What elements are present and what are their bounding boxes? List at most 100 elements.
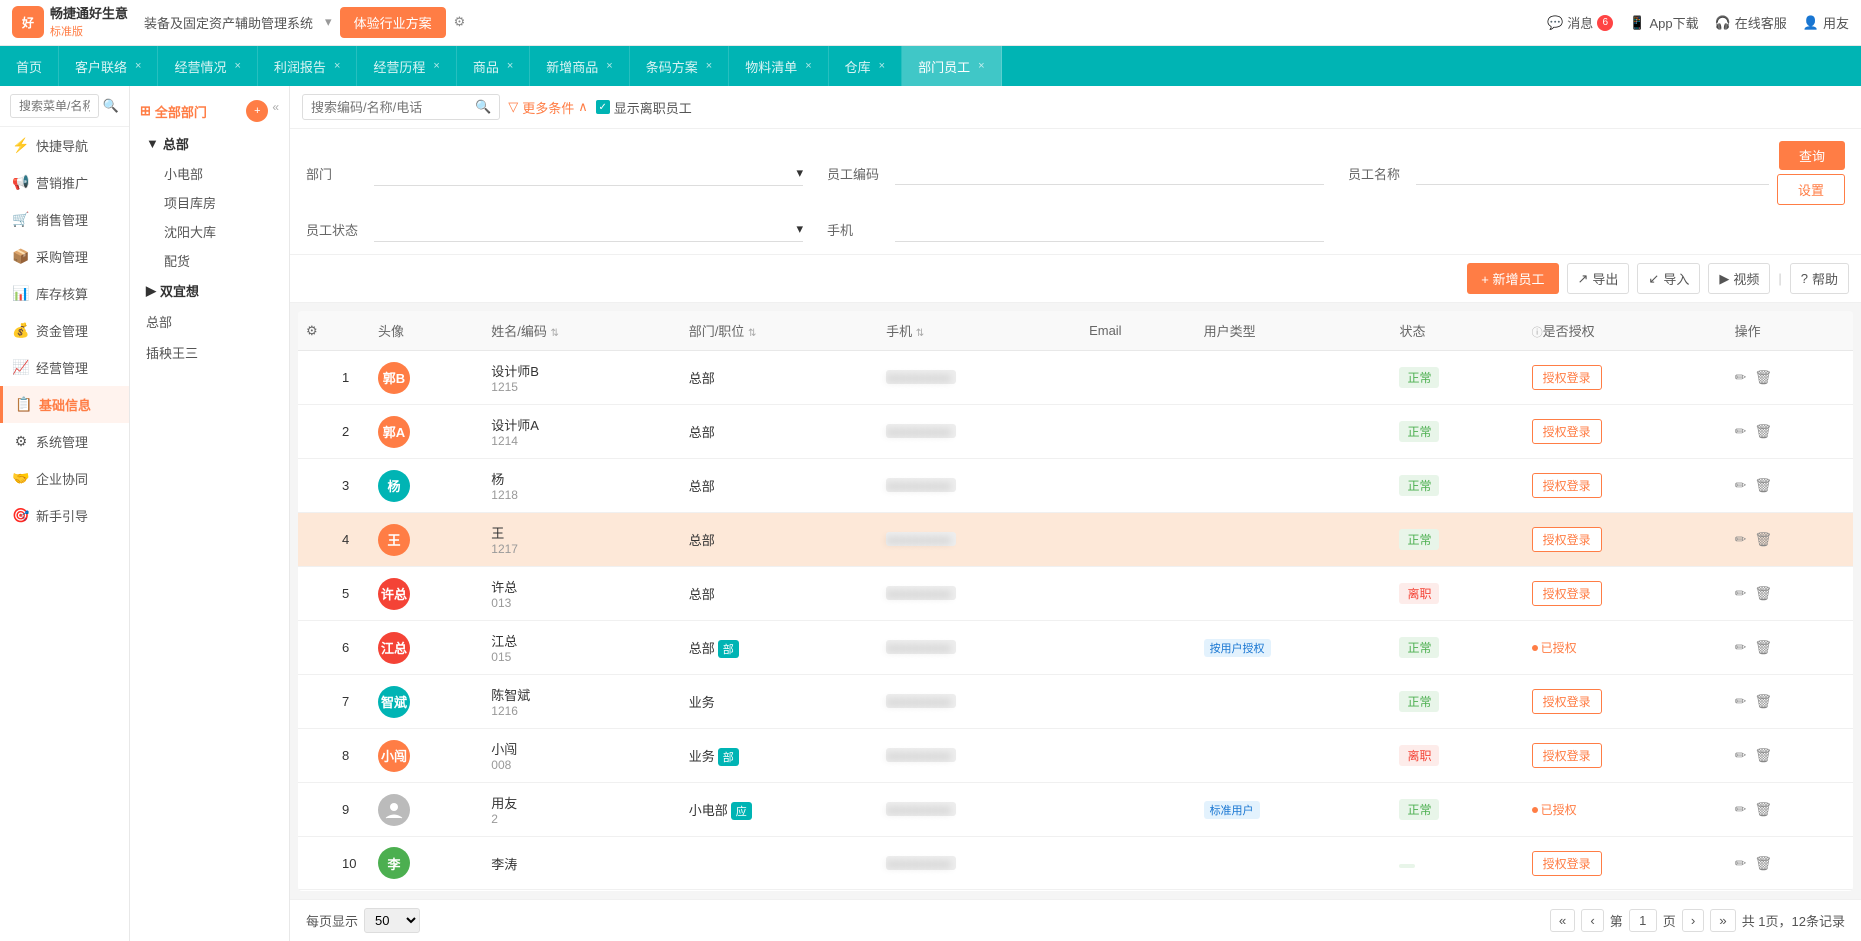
tab-material[interactable]: 物料清单 × [729,46,828,86]
sidebar-item-system[interactable]: ⚙ 系统管理 [0,423,129,460]
delete-icon[interactable]: 🗑 [1754,639,1772,656]
dept-group-label-zongbu[interactable]: ▼ 总部 [136,128,289,159]
page-size-select[interactable]: 50 100 [364,908,420,933]
edit-icon[interactable]: ✏ [1735,747,1747,764]
prev-page-btn[interactable]: ‹ [1581,909,1603,932]
import-btn[interactable]: ↙ 导入 [1637,263,1700,294]
close-icon[interactable]: × [433,60,439,72]
sidebar-item-enterprise[interactable]: 🤝 企业协同 [0,460,129,497]
edit-icon[interactable]: ✏ [1735,639,1747,656]
close-icon[interactable]: × [978,60,984,72]
edit-icon[interactable]: ✏ [1735,531,1747,548]
edit-icon[interactable]: ✏ [1735,369,1747,386]
sort-name-icon[interactable]: ⇅ [551,328,559,339]
app-download-btn[interactable]: 📱 App下载 [1629,13,1698,32]
search-input[interactable] [10,94,99,118]
emp-code-input[interactable] [895,161,1324,185]
delete-icon[interactable]: 🗑 [1754,477,1772,494]
dept-item-peihuo[interactable]: 配货 [136,246,289,275]
close-icon[interactable]: × [879,60,885,72]
delete-icon[interactable]: 🗑 [1754,585,1772,602]
sidebar-item-guide[interactable]: 🎯 新手引导 [0,497,129,534]
sidebar-item-finance[interactable]: 💰 资金管理 [0,312,129,349]
auth-login-btn[interactable]: 授权登录 [1532,581,1602,606]
sidebar-item-quick-nav[interactable]: ⚡ 快捷导航 [0,127,129,164]
auth-login-btn[interactable]: 授权登录 [1532,689,1602,714]
add-employee-btn[interactable]: + 新增员工 [1467,263,1558,294]
edit-icon[interactable]: ✏ [1735,423,1747,440]
export-btn[interactable]: ↗ 导出 [1567,263,1630,294]
col-name-code[interactable]: 姓名/编码 ⇅ [483,311,680,351]
query-btn[interactable]: 查询 [1779,141,1845,170]
edit-icon[interactable]: ✏ [1735,801,1747,818]
emp-name-input[interactable] [1416,161,1769,185]
dept-group-label-shuangyixiang[interactable]: ▶ 双宜想 [136,275,289,306]
first-page-btn[interactable]: « [1550,909,1575,932]
edit-icon[interactable]: ✏ [1735,855,1747,872]
auth-login-btn[interactable]: 授权登录 [1532,365,1602,390]
tab-goods[interactable]: 商品 × [457,46,530,86]
col-phone[interactable]: 手机 ⇅ [878,311,1081,351]
tab-profit[interactable]: 利润报告 × [258,46,357,86]
help-btn[interactable]: ? 帮助 [1790,263,1849,294]
sidebar-item-inventory[interactable]: 📊 库存核算 [0,275,129,312]
sidebar-item-purchase[interactable]: 📦 采购管理 [0,238,129,275]
auth-login-btn[interactable]: 授权登录 [1532,527,1602,552]
emp-status-select[interactable]: ▾ [374,217,803,242]
sidebar-item-basic[interactable]: 📋 基础信息 [0,386,129,423]
edit-icon[interactable]: ✏ [1735,693,1747,710]
add-dept-btn[interactable]: + [246,100,268,122]
auth-login-btn[interactable]: 授权登录 [1532,473,1602,498]
sort-dept-icon[interactable]: ⇅ [748,328,756,339]
close-icon[interactable]: × [135,60,141,72]
tab-dept-staff[interactable]: 部门员工 × [902,46,1001,86]
phone-input[interactable] [895,218,1324,242]
sidebar-item-operation[interactable]: 📈 经营管理 [0,349,129,386]
show-archived-toggle[interactable]: ✓ 显示离职员工 [596,98,692,117]
dept-item-shenyangdashu[interactable]: 沈阳大库 [136,217,289,246]
close-icon[interactable]: × [606,60,612,72]
message-btn[interactable]: 💬 消息 6 [1547,13,1613,32]
delete-icon[interactable]: 🗑 [1754,369,1772,386]
delete-icon[interactable]: 🗑 [1754,531,1772,548]
col-settings[interactable]: ⚙ [298,311,334,351]
dept-select[interactable]: ▾ [374,161,803,186]
online-service-btn[interactable]: 🎧 在线客服 [1715,13,1787,32]
close-icon[interactable]: × [234,60,240,72]
dept-item-zongbu2[interactable]: 总部 [130,306,289,337]
dept-item-xiangmucu[interactable]: 项目库房 [136,188,289,217]
dept-item-pusaowangsan[interactable]: 插秧王三 [130,337,289,368]
video-btn[interactable]: ▶ 视频 [1708,263,1770,294]
experience-btn[interactable]: 体验行业方案 [340,7,446,38]
auth-login-btn[interactable]: 授权登录 [1532,419,1602,444]
delete-icon[interactable]: 🗑 [1754,423,1772,440]
tab-new-goods[interactable]: 新增商品 × [530,46,629,86]
gear-icon[interactable]: ⚙ [454,14,466,30]
edit-icon[interactable]: ✏ [1735,585,1747,602]
close-icon[interactable]: × [706,60,712,72]
dept-item-xiaodianbu[interactable]: 小电部 [136,159,289,188]
edit-icon[interactable]: ✏ [1735,477,1747,494]
user-btn[interactable]: 👤 用友 [1803,13,1849,32]
sidebar-item-sales[interactable]: 🛒 销售管理 [0,201,129,238]
more-filter-btn[interactable]: ▽ 更多条件 ∧ [508,98,588,117]
sidebar-item-marketing[interactable]: 📢 营销推广 [0,164,129,201]
delete-icon[interactable]: 🗑 [1754,747,1772,764]
sort-phone-icon[interactable]: ⇅ [916,328,924,339]
col-dept-position[interactable]: 部门/职位 ⇅ [681,311,878,351]
delete-icon[interactable]: 🗑 [1754,855,1772,872]
close-icon[interactable]: × [334,60,340,72]
close-icon[interactable]: × [805,60,811,72]
delete-icon[interactable]: 🗑 [1754,693,1772,710]
auth-login-btn[interactable]: 授权登录 [1532,851,1602,876]
tab-home[interactable]: 首页 [0,46,59,86]
tab-economy[interactable]: 经营情况 × [158,46,257,86]
next-page-btn[interactable]: › [1682,909,1704,932]
tab-warehouse[interactable]: 仓库 × [829,46,902,86]
close-icon[interactable]: × [507,60,513,72]
tab-process[interactable]: 经营历程 × [357,46,456,86]
tab-customer[interactable]: 客户联络 × [59,46,158,86]
delete-icon[interactable]: 🗑 [1754,801,1772,818]
set-btn[interactable]: 设置 [1777,174,1845,205]
collapse-icon[interactable]: « [272,100,279,122]
